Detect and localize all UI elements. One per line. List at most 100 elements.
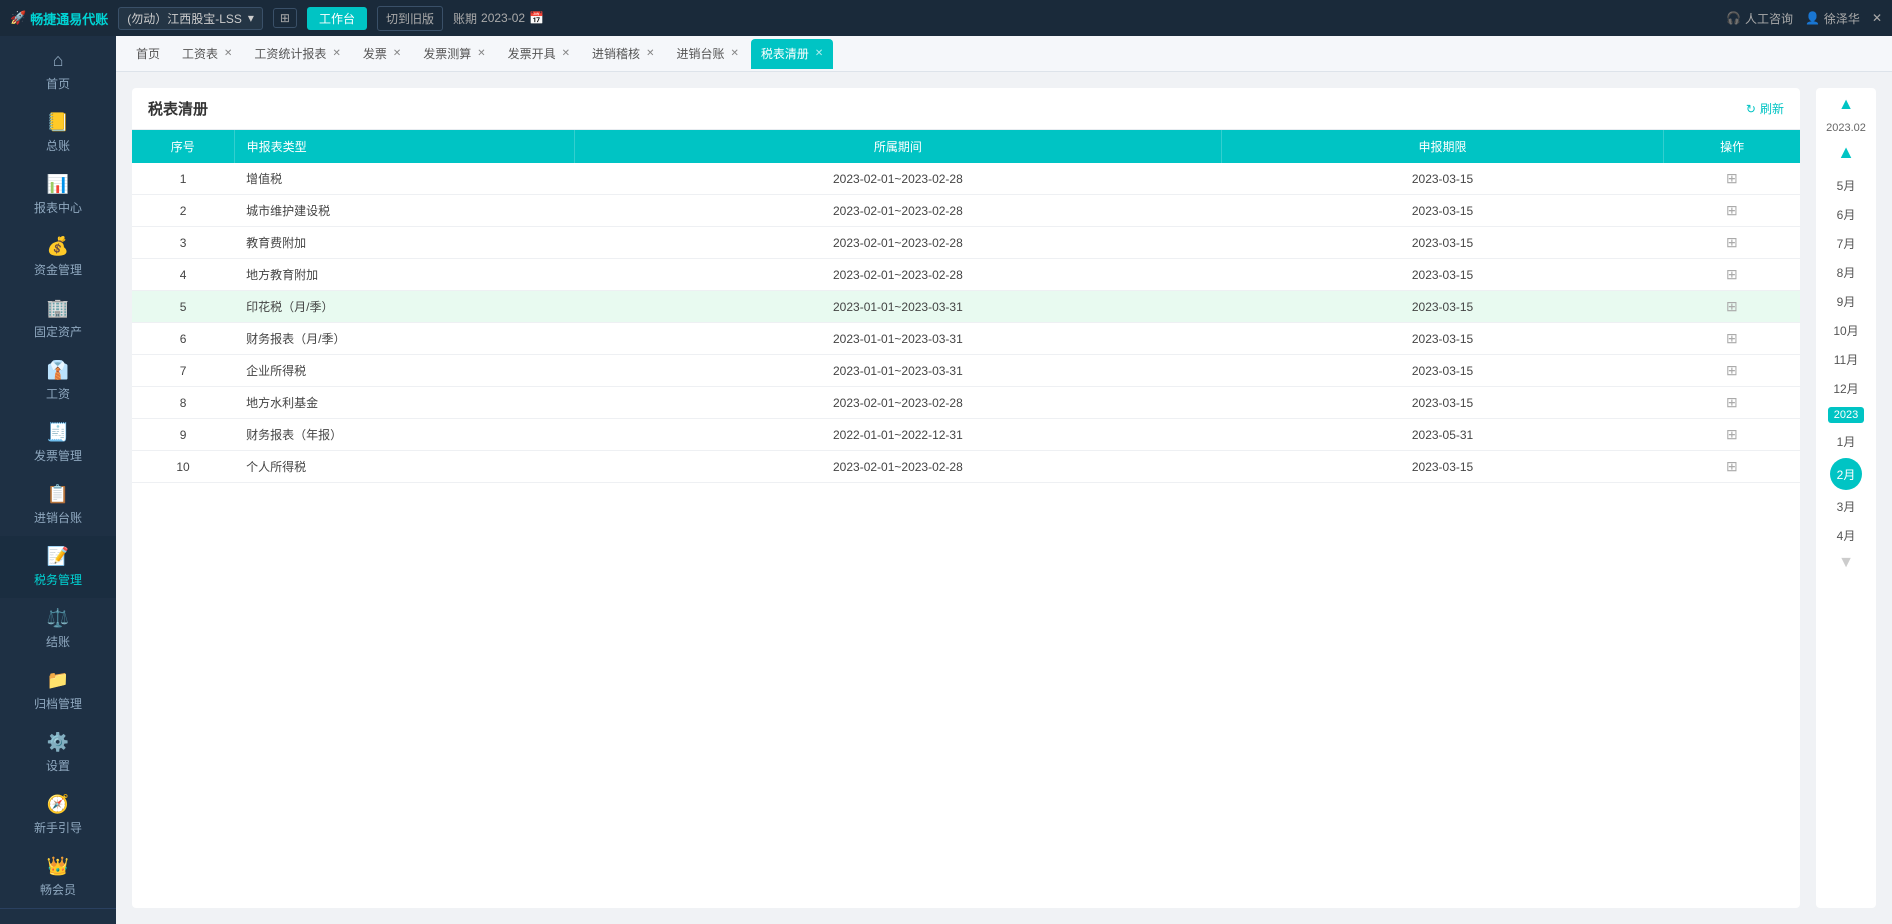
cal-month-7[interactable]: 7月 [1816, 229, 1876, 258]
view-icon[interactable]: ⊞ [1726, 426, 1738, 442]
view-icon[interactable]: ⊞ [1726, 234, 1738, 250]
cell-period: 2023-02-01~2023-02-28 [575, 195, 1222, 227]
sidebar-item-assets[interactable]: 🏢 固定资产 [0, 288, 116, 350]
cell-period: 2023-01-01~2023-03-31 [575, 355, 1222, 387]
tab-invoice-open[interactable]: 发票开具 ✕ [498, 39, 580, 69]
tab-tax-clear[interactable]: 税表清册 ✕ [751, 39, 833, 69]
tab-close-invoice-open[interactable]: ✕ [562, 48, 570, 59]
tab-invoice-check[interactable]: 发票测算 ✕ [413, 39, 495, 69]
table-row[interactable]: 1 增值税 2023-02-01~2023-02-28 2023-03-15 ⊞ [132, 163, 1800, 195]
cell-action[interactable]: ⊞ [1664, 355, 1800, 387]
tab-home[interactable]: 首页 [126, 39, 170, 69]
tab-close-salary[interactable]: ✕ [224, 48, 232, 59]
cell-action[interactable]: ⊞ [1664, 227, 1800, 259]
cal-month-2023-3[interactable]: 3月 [1816, 492, 1876, 521]
cell-period: 2023-01-01~2023-03-31 [575, 291, 1222, 323]
workbench-button[interactable]: 工作台 [307, 7, 367, 30]
cal-month-11[interactable]: 11月 [1816, 345, 1876, 374]
sidebar-item-home[interactable]: ⌂ 首页 [0, 40, 116, 102]
cal-month-8[interactable]: 8月 [1816, 258, 1876, 287]
view-icon[interactable]: ⊞ [1726, 362, 1738, 378]
cal-prev-btn[interactable]: ▲ [1834, 92, 1858, 118]
table-row[interactable]: 9 财务报表（年报） 2022-01-01~2022-12-31 2023-05… [132, 419, 1800, 451]
sidebar-item-tax[interactable]: 📝 税务管理 [0, 536, 116, 598]
cell-action[interactable]: ⊞ [1664, 419, 1800, 451]
cell-action[interactable]: ⊞ [1664, 291, 1800, 323]
table-row[interactable]: 8 地方水利基金 2023-02-01~2023-02-28 2023-03-1… [132, 387, 1800, 419]
table-row[interactable]: 2 城市维护建设税 2023-02-01~2023-02-28 2023-03-… [132, 195, 1800, 227]
cal-month-5[interactable]: 5月 [1816, 171, 1876, 200]
sidebar-item-reports[interactable]: 📊 报表中心 [0, 164, 116, 226]
sidebar-item-member[interactable]: 👑 畅会员 [0, 846, 116, 908]
tab-close-purchase-ledger[interactable]: ✕ [730, 48, 738, 59]
content-area: 首页 工资表 ✕ 工资统计报表 ✕ 发票 ✕ 发票测算 ✕ 发票开具 ✕ [116, 36, 1892, 924]
tab-close-tax-clear[interactable]: ✕ [815, 48, 823, 59]
sidebar-item-archive[interactable]: 📁 归档管理 [0, 660, 116, 722]
sidebar-item-salary[interactable]: 👔 工资 [0, 350, 116, 412]
table-row[interactable]: 3 教育费附加 2023-02-01~2023-02-28 2023-03-15… [132, 227, 1800, 259]
copy-button[interactable]: ⊞ [273, 8, 297, 28]
cell-action[interactable]: ⊞ [1664, 451, 1800, 483]
cell-deadline: 2023-03-15 [1221, 195, 1664, 227]
calendar-icon[interactable]: 📅 [529, 11, 544, 25]
sidebar-item-settlement[interactable]: ⚖️ 结账 [0, 598, 116, 660]
tab-purchase-check[interactable]: 进销稽核 ✕ [582, 39, 664, 69]
cell-action[interactable]: ⊞ [1664, 195, 1800, 227]
cal-month-2023-1[interactable]: 1月 [1816, 427, 1876, 456]
view-icon[interactable]: ⊞ [1726, 330, 1738, 346]
view-icon[interactable]: ⊞ [1726, 458, 1738, 474]
cal-month-10[interactable]: 10月 [1816, 316, 1876, 345]
cal-month-12[interactable]: 12月 [1816, 374, 1876, 403]
view-icon[interactable]: ⊞ [1726, 394, 1738, 410]
cal-month-6[interactable]: 6月 [1816, 200, 1876, 229]
tab-purchase-ledger[interactable]: 进销台账 ✕ [666, 39, 748, 69]
tab-invoice[interactable]: 发票 ✕ [353, 39, 411, 69]
cell-period: 2023-02-01~2023-02-28 [575, 451, 1222, 483]
table-row[interactable]: 7 企业所得税 2023-01-01~2023-03-31 2023-03-15… [132, 355, 1800, 387]
cell-type: 教育费附加 [234, 227, 574, 259]
tab-salary-report[interactable]: 工资统计报表 ✕ [244, 39, 350, 69]
sidebar-item-guide[interactable]: 🧭 新手引导 [0, 784, 116, 846]
view-icon[interactable]: ⊞ [1726, 202, 1738, 218]
cal-month-2023-4[interactable]: 4月 [1816, 521, 1876, 550]
tab-close-salary-report[interactable]: ✕ [332, 48, 340, 59]
cell-action[interactable]: ⊞ [1664, 259, 1800, 291]
view-icon[interactable]: ⊞ [1726, 298, 1738, 314]
cell-action[interactable]: ⊞ [1664, 387, 1800, 419]
cal-up-icon[interactable]: ▲ [1833, 138, 1859, 167]
close-button[interactable]: ✕ [1872, 11, 1882, 25]
table-row[interactable]: 6 财务报表（月/季） 2023-01-01~2023-03-31 2023-0… [132, 323, 1800, 355]
switch-old-button[interactable]: 切到旧版 [377, 6, 443, 31]
sidebar-item-settings[interactable]: ⚙️ 设置 [0, 722, 116, 784]
tab-close-purchase-check[interactable]: ✕ [646, 48, 654, 59]
consult-button[interactable]: 🎧 人工咨询 [1726, 10, 1793, 27]
reports-icon: 📊 [47, 174, 69, 195]
user-menu[interactable]: 👤 徐泽华 [1805, 10, 1860, 27]
cell-action[interactable]: ⊞ [1664, 323, 1800, 355]
cell-deadline: 2023-03-15 [1221, 451, 1664, 483]
unpin-button[interactable]: 📌 取消固定 [0, 917, 116, 924]
cal-down-icon[interactable]: ▼ [1834, 550, 1858, 576]
table-row[interactable]: 10 个人所得税 2023-02-01~2023-02-28 2023-03-1… [132, 451, 1800, 483]
funds-icon: 💰 [47, 236, 69, 257]
company-selector[interactable]: (勿动）江西股宝-LSS ▾ [118, 7, 263, 30]
view-icon[interactable]: ⊞ [1726, 266, 1738, 282]
tab-salary[interactable]: 工资表 ✕ [172, 39, 242, 69]
cell-seq: 10 [132, 451, 234, 483]
view-icon[interactable]: ⊞ [1726, 170, 1738, 186]
sidebar-item-funds[interactable]: 💰 资金管理 [0, 226, 116, 288]
tab-close-invoice[interactable]: ✕ [393, 48, 401, 59]
sidebar-label: 发票管理 [34, 447, 82, 464]
cal-month-2023-2-active[interactable]: 2月 [1830, 458, 1862, 490]
sidebar-item-invoice[interactable]: 🧾 发票管理 [0, 412, 116, 474]
sidebar-item-ledger[interactable]: 📒 总账 [0, 102, 116, 164]
table-row[interactable]: 4 地方教育附加 2023-02-01~2023-02-28 2023-03-1… [132, 259, 1800, 291]
table-row[interactable]: 5 印花税（月/季） 2023-01-01~2023-03-31 2023-03… [132, 291, 1800, 323]
cell-seq: 1 [132, 163, 234, 195]
sidebar-item-purchase[interactable]: 📋 进销台账 [0, 474, 116, 536]
cell-action[interactable]: ⊞ [1664, 163, 1800, 195]
cal-month-9[interactable]: 9月 [1816, 287, 1876, 316]
tab-close-invoice-check[interactable]: ✕ [477, 48, 485, 59]
settlement-icon: ⚖️ [47, 608, 69, 629]
refresh-button[interactable]: ↻ 刷新 [1746, 100, 1784, 117]
